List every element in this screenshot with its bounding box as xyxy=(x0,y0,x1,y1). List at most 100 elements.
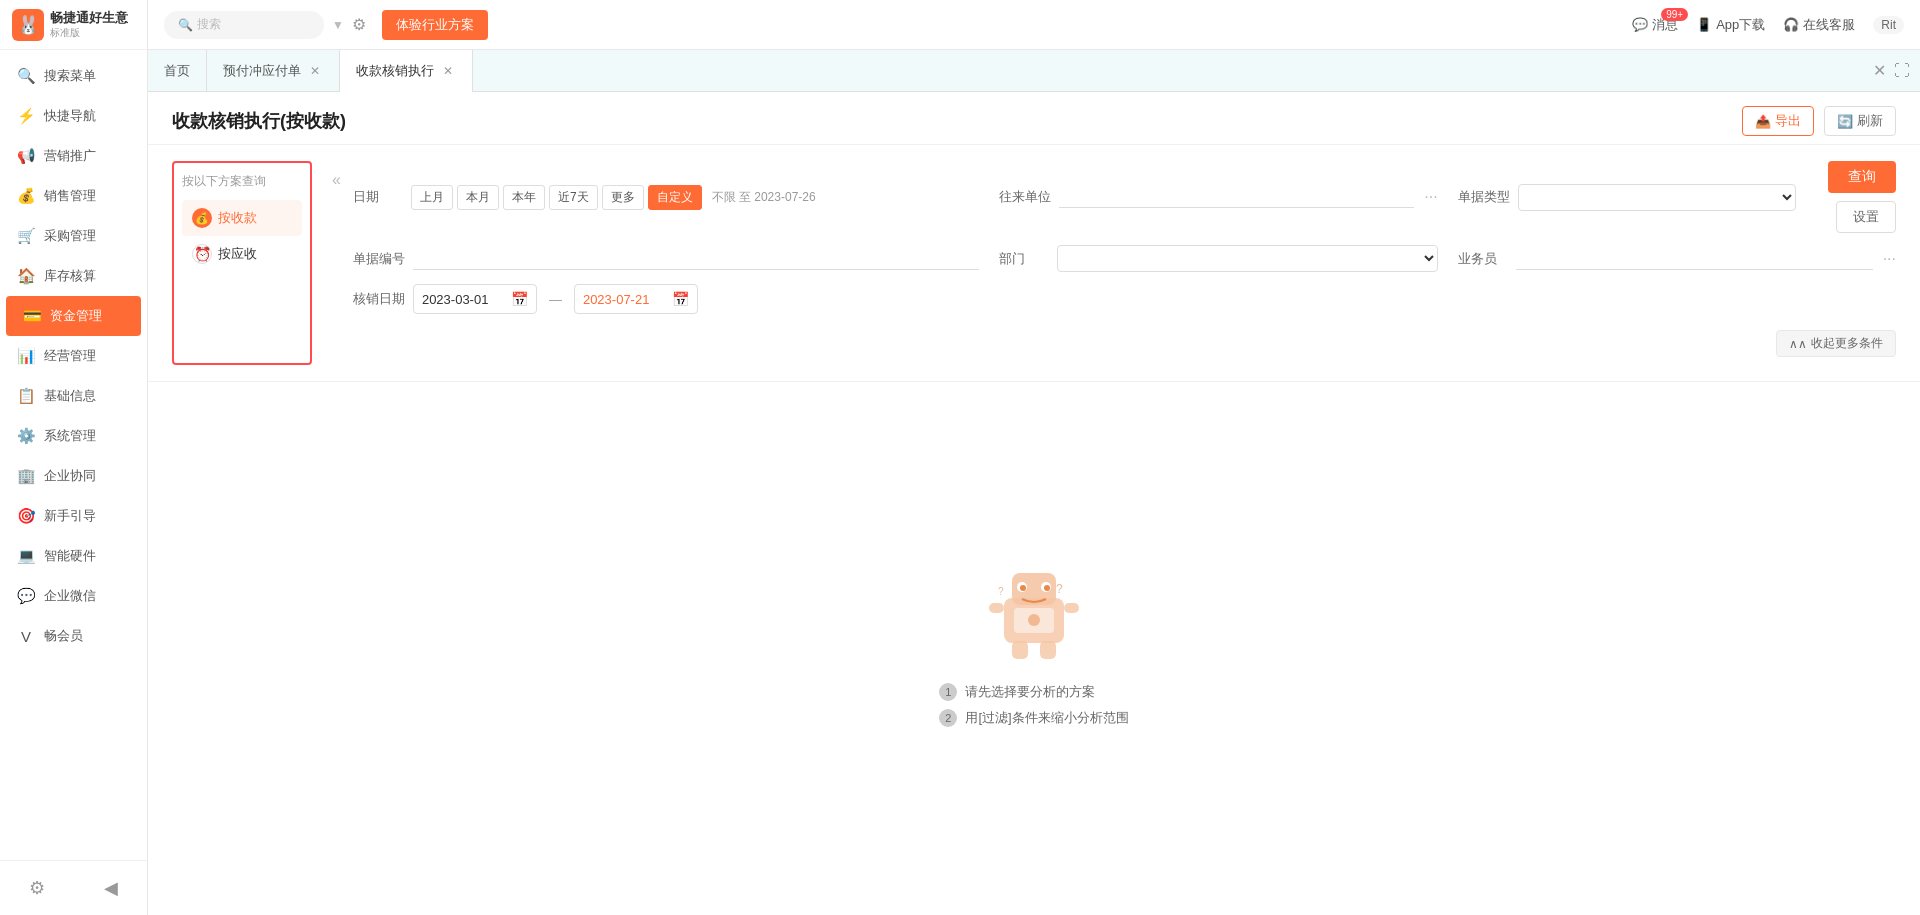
sidebar-item-purchase[interactable]: 🛒 采购管理 xyxy=(0,216,147,256)
tab-bar-right: ✕ ⛶ xyxy=(1863,61,1920,80)
verify-date-end-input[interactable] xyxy=(583,292,668,307)
refresh-btn[interactable]: 🔄 刷新 xyxy=(1824,106,1896,136)
tip-item-2: 2 用[过滤]条件来缩小分析范围 xyxy=(939,709,1128,727)
sidebar-item-inventory[interactable]: 🏠 库存核算 xyxy=(0,256,147,296)
date-btn-custom[interactable]: 自定义 xyxy=(648,185,702,210)
voucher-type-select[interactable] xyxy=(1518,184,1796,211)
nav-icon-biz: 📊 xyxy=(16,346,36,366)
nav-icon-newbie: 🎯 xyxy=(16,506,36,526)
nav-icon-base: 📋 xyxy=(16,386,36,406)
sidebar-item-biz[interactable]: 📊 经营管理 xyxy=(0,336,147,376)
nav-label-member: 畅会员 xyxy=(44,627,83,645)
tip-text-1: 请先选择要分析的方案 xyxy=(965,683,1095,701)
collapse-btn[interactable]: ∧∧ 收起更多条件 xyxy=(1776,330,1896,357)
filter-option-receivable[interactable]: ⏰ 按应收 xyxy=(182,236,302,272)
cal-icon-start[interactable]: 📅 xyxy=(511,291,528,307)
empty-image: ? ? xyxy=(984,563,1084,663)
sidebar-item-member[interactable]: V 畅会员 xyxy=(0,616,147,656)
online-service-btn[interactable]: 🎧 在线客服 xyxy=(1783,16,1855,34)
page-actions: 📤 导出 🔄 刷新 xyxy=(1742,106,1896,136)
tab-collection[interactable]: 收款核销执行 ✕ xyxy=(340,50,473,92)
page-content-wrap: 收款核销执行(按收款) 📤 导出 🔄 刷新 按以下方案查询 xyxy=(148,92,1920,915)
dropdown-icon[interactable]: ▼ xyxy=(332,18,344,32)
header-left: 🔍 搜索 ▼ ⚙ 体验行业方案 xyxy=(164,10,496,40)
sidebar-item-hardware[interactable]: 💻 智能硬件 xyxy=(0,536,147,576)
gear-icon[interactable]: ⚙ xyxy=(352,15,366,34)
nav-icon-member: V xyxy=(16,626,36,646)
industry-btn[interactable]: 体验行业方案 xyxy=(382,10,488,40)
close-all-tabs-icon[interactable]: ✕ xyxy=(1873,61,1886,80)
settings-bottom-icon[interactable]: ⚙ xyxy=(23,871,51,905)
cal-icon-end[interactable]: 📅 xyxy=(672,291,689,307)
export-label: 导出 xyxy=(1775,112,1801,130)
sidebar-item-finance[interactable]: 💳 资金管理 xyxy=(6,296,141,336)
filter-toggle[interactable]: « xyxy=(332,161,341,365)
tab-prepay-close[interactable]: ✕ xyxy=(307,63,323,79)
collapse-sidebar-icon[interactable]: ◀ xyxy=(98,871,124,905)
filter-option-receipt[interactable]: 💰 按收款 xyxy=(182,200,302,236)
message-btn[interactable]: 💬 消息 99+ xyxy=(1632,16,1678,34)
date-btn-more[interactable]: 更多 xyxy=(602,185,644,210)
tab-prepay[interactable]: 预付冲应付单 ✕ xyxy=(207,50,340,92)
search-icon: 🔍 xyxy=(178,18,193,32)
partner-input[interactable] xyxy=(1059,186,1414,208)
empty-tips: 1 请先选择要分析的方案 2 用[过滤]条件来缩小分析范围 xyxy=(939,683,1128,735)
nav-label-base: 基础信息 xyxy=(44,387,96,405)
dept-select[interactable] xyxy=(1057,245,1437,272)
verify-date-start-input[interactable] xyxy=(422,292,507,307)
app-download-btn[interactable]: 📱 App下载 xyxy=(1696,16,1765,34)
tab-collection-close[interactable]: ✕ xyxy=(440,63,456,79)
date-label: 日期 xyxy=(353,188,403,206)
date-separator: — xyxy=(549,292,562,307)
page-header: 收款核销执行(按收款) 📤 导出 🔄 刷新 xyxy=(148,92,1920,145)
user-name[interactable]: Rit xyxy=(1873,16,1904,34)
empty-robot-svg: ? ? xyxy=(984,563,1084,663)
sidebar-item-sales[interactable]: 💰 销售管理 xyxy=(0,176,147,216)
sidebar-item-marketing[interactable]: 📢 营销推广 xyxy=(0,136,147,176)
staff-input[interactable] xyxy=(1516,248,1873,270)
voucher-no-input[interactable] xyxy=(413,248,979,270)
nav-label-purchase: 采购管理 xyxy=(44,227,96,245)
sidebar-item-enterprise[interactable]: 🏢 企业协同 xyxy=(0,456,147,496)
query-btn[interactable]: 查询 xyxy=(1828,161,1896,193)
nav-label-system: 系统管理 xyxy=(44,427,96,445)
svg-point-4 xyxy=(1020,585,1026,591)
nav-label-inventory: 库存核算 xyxy=(44,267,96,285)
filter-center: 日期 上月 本月 本年 近7天 更多 自定义 不限 至 2023-07-26 xyxy=(353,161,1896,365)
sidebar-item-quick[interactable]: ⚡ 快捷导航 xyxy=(0,96,147,136)
date-buttons-group: 上月 本月 本年 近7天 更多 自定义 不限 至 2023-07-26 xyxy=(411,185,816,210)
tab-home[interactable]: 首页 xyxy=(148,50,207,92)
svg-text:?: ? xyxy=(1056,582,1063,596)
svg-rect-7 xyxy=(1064,603,1079,613)
date-btn-last-month[interactable]: 上月 xyxy=(411,185,453,210)
filter-col-dept: 部门 xyxy=(999,245,1457,272)
nav-icon-inventory: 🏠 xyxy=(16,266,36,286)
receivable-option-label: 按应收 xyxy=(218,245,257,263)
service-icon: 🎧 xyxy=(1783,17,1799,32)
filter-col-partner: 往来单位 ··· xyxy=(999,161,1457,233)
dept-label: 部门 xyxy=(999,250,1049,268)
date-btn-7days[interactable]: 近7天 xyxy=(549,185,598,210)
nav-label-search: 搜索菜单 xyxy=(44,67,96,85)
expand-tabs-icon[interactable]: ⛶ xyxy=(1894,62,1910,80)
nav-label-hardware: 智能硬件 xyxy=(44,547,96,565)
tab-prepay-label: 预付冲应付单 xyxy=(223,62,301,80)
date-btn-this-month[interactable]: 本月 xyxy=(457,185,499,210)
sidebar-item-wechat[interactable]: 💬 企业微信 xyxy=(0,576,147,616)
tab-bar: 首页 预付冲应付单 ✕ 收款核销执行 ✕ ✕ ⛶ xyxy=(148,50,1920,92)
sidebar-item-system[interactable]: ⚙️ 系统管理 xyxy=(0,416,147,456)
sidebar-nav: 🔍 搜索菜单 ⚡ 快捷导航 📢 营销推广 💰 销售管理 🛒 采购管理 🏠 库存核… xyxy=(0,50,147,860)
sidebar-item-base[interactable]: 📋 基础信息 xyxy=(0,376,147,416)
settings-btn[interactable]: 设置 xyxy=(1836,201,1896,233)
top-header: 🔍 搜索 ▼ ⚙ 体验行业方案 💬 消息 99+ 📱 App下载 🎧 在线客服 … xyxy=(148,0,1920,50)
sidebar-item-search[interactable]: 🔍 搜索菜单 xyxy=(0,56,147,96)
export-btn[interactable]: 📤 导出 xyxy=(1742,106,1814,136)
app-icon: 📱 xyxy=(1696,17,1712,32)
main-area: 🔍 搜索 ▼ ⚙ 体验行业方案 💬 消息 99+ 📱 App下载 🎧 在线客服 … xyxy=(148,0,1920,915)
partner-more-icon[interactable]: ··· xyxy=(1424,188,1437,206)
sidebar-item-newbie[interactable]: 🎯 新手引导 xyxy=(0,496,147,536)
staff-more-icon[interactable]: ··· xyxy=(1883,250,1896,268)
filter-panel-title: 按以下方案查询 xyxy=(182,173,302,190)
date-btn-this-year[interactable]: 本年 xyxy=(503,185,545,210)
nav-icon-sales: 💰 xyxy=(16,186,36,206)
